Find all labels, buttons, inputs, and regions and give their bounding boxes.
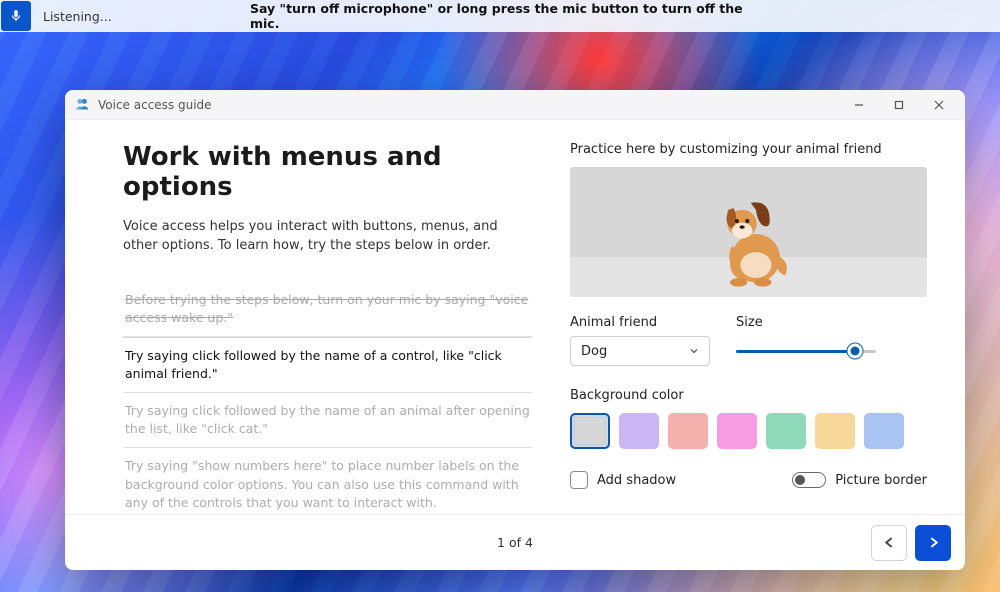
background-color-label: Background color: [570, 388, 927, 403]
step-item: Try saying click followed by the name of…: [123, 393, 532, 448]
next-button[interactable]: [915, 525, 951, 561]
window-footer: 1 of 4: [65, 514, 965, 570]
color-swatch[interactable]: [619, 413, 659, 449]
size-slider[interactable]: [736, 336, 876, 366]
voice-status-text: Listening...: [43, 9, 112, 24]
voice-access-bar: Listening... Say "turn off microphone" o…: [0, 0, 1000, 32]
slider-thumb[interactable]: [848, 344, 863, 359]
add-shadow-checkbox[interactable]: [570, 471, 588, 489]
picture-border-toggle[interactable]: [792, 472, 826, 488]
instructions-pane: Work with menus and options Voice access…: [65, 120, 560, 514]
voice-access-guide-window: Voice access guide Work with menus and o…: [65, 90, 965, 570]
page-title: Work with menus and options: [123, 142, 532, 202]
step-list: Before trying the steps below, turn on y…: [123, 282, 532, 514]
size-label: Size: [736, 315, 876, 330]
background-color-swatches: [570, 413, 927, 449]
add-shadow-option[interactable]: Add shadow: [570, 471, 676, 489]
intro-text: Voice access helps you interact with but…: [123, 218, 532, 256]
add-shadow-label: Add shadow: [597, 473, 676, 488]
page-indicator: 1 of 4: [497, 535, 533, 550]
chevron-right-icon: [927, 536, 940, 549]
color-swatch[interactable]: [717, 413, 757, 449]
animal-friend-value: Dog: [581, 344, 607, 359]
step-item: Try saying click followed by the name of…: [123, 337, 532, 393]
step-item: Before trying the steps below, turn on y…: [123, 282, 532, 337]
chevron-left-icon: [883, 536, 896, 549]
picture-border-option[interactable]: Picture border: [792, 472, 927, 488]
minimize-button[interactable]: [839, 91, 879, 119]
color-swatch[interactable]: [570, 413, 610, 449]
window-title: Voice access guide: [98, 98, 212, 112]
practice-label: Practice here by customizing your animal…: [570, 142, 927, 157]
animal-friend-dropdown[interactable]: Dog: [570, 336, 710, 366]
microphone-icon: [9, 9, 23, 23]
window-controls: [839, 91, 959, 119]
voice-hint-text: Say "turn off microphone" or long press …: [250, 1, 750, 31]
previous-button[interactable]: [871, 525, 907, 561]
color-swatch[interactable]: [668, 413, 708, 449]
close-button[interactable]: [919, 91, 959, 119]
practice-pane: Practice here by customizing your animal…: [560, 120, 965, 514]
color-swatch[interactable]: [815, 413, 855, 449]
chevron-down-icon: [689, 346, 699, 356]
app-icon: [75, 97, 90, 112]
dog-graphic: [704, 196, 794, 291]
picture-border-label: Picture border: [835, 473, 927, 488]
color-swatch[interactable]: [766, 413, 806, 449]
window-content: Work with menus and options Voice access…: [65, 120, 965, 514]
step-item: Try saying "show numbers here" to place …: [123, 448, 532, 514]
maximize-button[interactable]: [879, 91, 919, 119]
window-titlebar: Voice access guide: [65, 90, 965, 120]
animal-friend-label: Animal friend: [570, 315, 710, 330]
microphone-button[interactable]: [1, 1, 31, 31]
color-swatch[interactable]: [864, 413, 904, 449]
animal-preview[interactable]: [570, 167, 927, 297]
